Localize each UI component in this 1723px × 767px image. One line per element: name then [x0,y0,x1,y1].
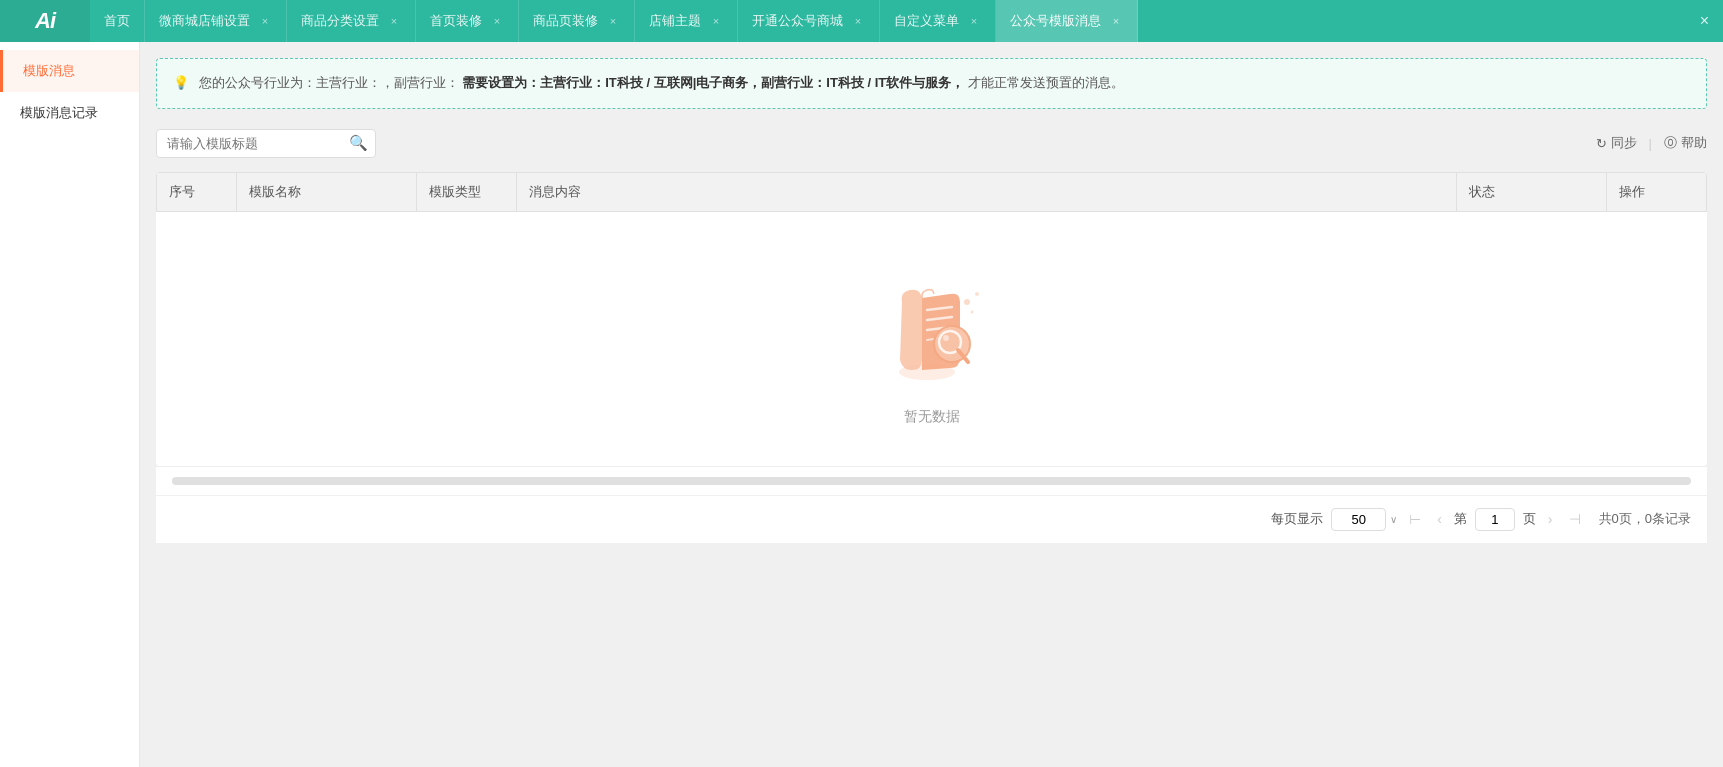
notice-highlight: 需要设置为：主营行业：IT科技 / 互联网|电子商务，副营行业：IT科技 / I… [462,75,964,90]
page-label: 第 [1454,510,1467,528]
data-table: 序号 模版名称 模版类型 消息内容 状态 操作 [156,172,1707,466]
th-content: 消息内容 [517,172,1457,211]
first-page-button[interactable]: ⊢ [1405,509,1425,529]
nav-tab-label: 商品分类设置 [301,12,379,30]
nav-tab-open-wechat-store[interactable]: 开通公众号商城 × [738,0,880,42]
th-name: 模版名称 [237,172,417,211]
th-status: 状态 [1457,172,1607,211]
close-all-button[interactable]: × [1686,0,1723,42]
nav-tab-template-msg[interactable]: 公众号模版消息 × [996,0,1138,42]
nav-tab-label: 微商城店铺设置 [159,12,250,30]
search-input[interactable] [156,129,376,158]
nav-tabs: 首页微商城店铺设置×商品分类设置×首页装修×商品页装修×店铺主题×开通公众号商城… [90,0,1686,42]
page-unit: 页 [1523,510,1536,528]
search-bar: 🔍 ↻ 同步 | ⓪ 帮助 [156,129,1707,158]
nav-tab-product-page-decor[interactable]: 商品页装修 × [519,0,635,42]
th-action: 操作 [1607,172,1707,211]
tab-close-button[interactable]: × [258,14,272,28]
search-input-wrap: 🔍 [156,129,376,158]
top-nav: Ai 首页微商城店铺设置×商品分类设置×首页装修×商品页装修×店铺主题×开通公众… [0,0,1723,42]
search-icon: 🔍 [349,134,368,152]
tab-close-button[interactable]: × [606,14,620,28]
notice-box: 💡 您的公众号行业为：主营行业：，副营行业： 需要设置为：主营行业：IT科技 /… [156,58,1707,109]
nav-tab-shop-settings[interactable]: 微商城店铺设置 × [145,0,287,42]
nav-tab-label: 自定义菜单 [894,12,959,30]
help-icon: ⓪ [1664,134,1677,152]
refresh-icon: ↻ [1596,136,1607,151]
page-size-label: 每页显示 [1271,510,1323,528]
app-logo: Ai [0,0,90,42]
sidebar: 模版消息模版消息记录 [0,42,140,767]
prev-page-button[interactable]: ‹ [1433,509,1446,529]
sidebar-item-template-msg[interactable]: 模版消息 [0,50,139,92]
table-header-row: 序号 模版名称 模版类型 消息内容 状态 操作 [157,172,1707,211]
nav-tab-label: 店铺主题 [649,12,701,30]
main-layout: 模版消息模版消息记录 💡 您的公众号行业为：主营行业：，副营行业： 需要设置为：… [0,42,1723,767]
nav-tab-label: 首页 [104,12,130,30]
table-container: 序号 模版名称 模版类型 消息内容 状态 操作 [156,172,1707,466]
svg-point-8 [943,335,949,341]
tab-close-button[interactable]: × [967,14,981,28]
svg-point-10 [975,292,979,296]
page-number-input[interactable] [1475,508,1515,531]
nav-tab-label: 首页装修 [430,12,482,30]
tab-close-button[interactable]: × [1109,14,1123,28]
th-seq: 序号 [157,172,237,211]
chevron-down-icon: ∨ [1390,514,1397,525]
empty-illustration [872,272,992,392]
sidebar-item-template-msg-records[interactable]: 模版消息记录 [0,92,139,134]
scrollbar-thumb[interactable] [172,477,1691,485]
nav-tab-label: 开通公众号商城 [752,12,843,30]
notice-text2: 才能正常发送预置的消息。 [968,75,1124,90]
help-label: 帮助 [1681,134,1707,152]
pagination: 每页显示 ∨ ⊢ ‹ 第 页 › ⊣ 共0页，0条记录 [156,495,1707,543]
page-total: 共0页，0条记录 [1599,510,1691,528]
nav-tab-product-category[interactable]: 商品分类设置 × [287,0,416,42]
main-content: 💡 您的公众号行业为：主营行业：，副营行业： 需要设置为：主营行业：IT科技 /… [140,42,1723,767]
nav-tab-homepage-decor[interactable]: 首页装修 × [416,0,519,42]
page-size-select: ∨ [1331,508,1397,531]
sync-label: 同步 [1611,134,1637,152]
nav-tab-label: 商品页装修 [533,12,598,30]
th-type: 模版类型 [417,172,517,211]
search-button[interactable]: 🔍 [349,134,368,152]
tab-close-button[interactable]: × [709,14,723,28]
svg-point-9 [964,299,970,305]
last-page-button[interactable]: ⊣ [1565,509,1585,529]
page-size-input[interactable] [1331,508,1386,531]
nav-tab-shop-theme[interactable]: 店铺主题 × [635,0,738,42]
tab-close-button[interactable]: × [387,14,401,28]
tab-close-button[interactable]: × [490,14,504,28]
tab-close-button[interactable]: × [851,14,865,28]
empty-text: 暂无数据 [904,408,960,426]
nav-tab-label: 公众号模版消息 [1010,12,1101,30]
next-page-button[interactable]: › [1544,509,1557,529]
divider: | [1649,136,1652,151]
notice-text1: 您的公众号行业为：主营行业：，副营行业： [199,75,459,90]
nav-tab-custom-menu[interactable]: 自定义菜单 × [880,0,996,42]
svg-point-11 [970,310,973,313]
horizontal-scrollbar[interactable] [156,466,1707,495]
sync-button[interactable]: ↻ 同步 [1596,134,1637,152]
empty-state: 暂无数据 [157,212,1707,466]
notice-icon: 💡 [173,75,189,90]
help-button[interactable]: ⓪ 帮助 [1664,134,1707,152]
nav-tab-home[interactable]: 首页 [90,0,145,42]
toolbar-right: ↻ 同步 | ⓪ 帮助 [1596,134,1707,152]
